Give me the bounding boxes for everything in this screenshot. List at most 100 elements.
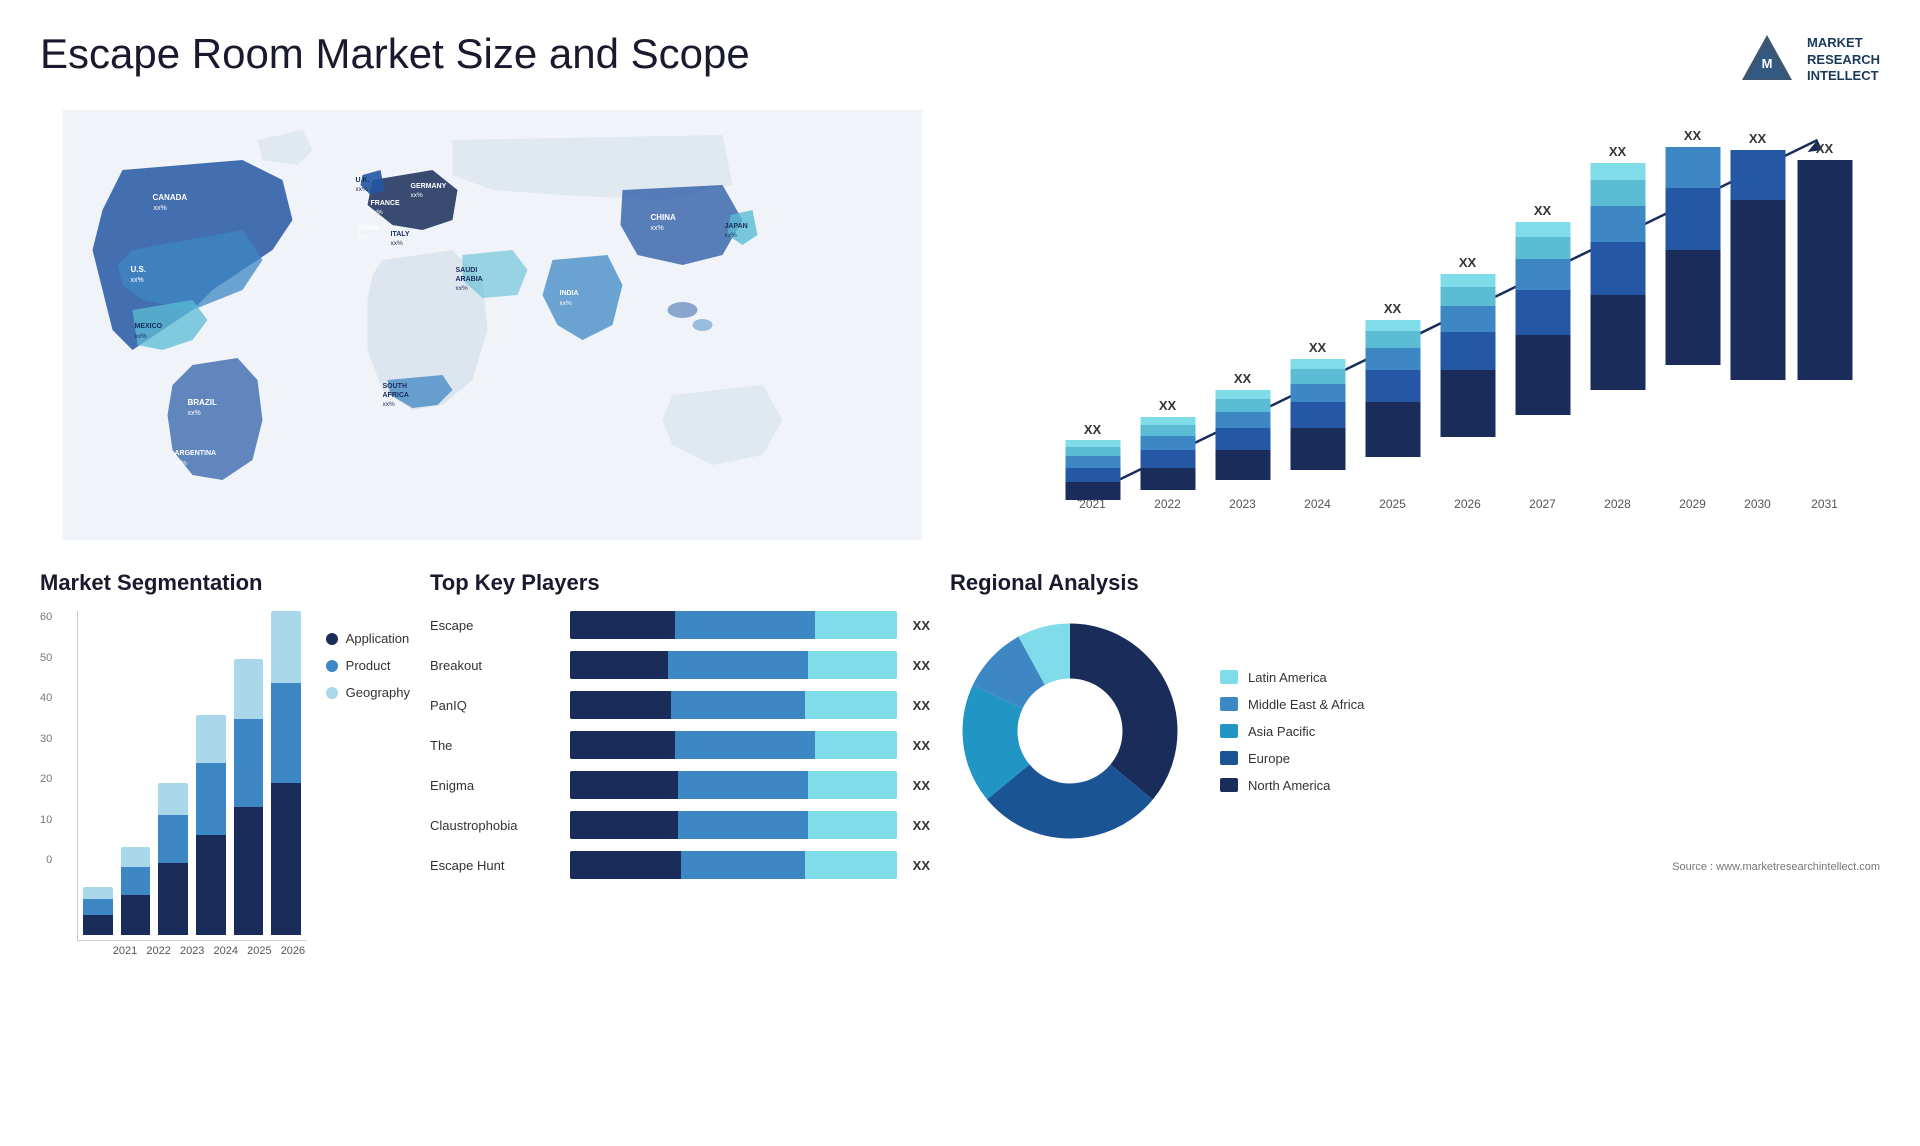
svg-text:2021: 2021 bbox=[1079, 497, 1106, 511]
svg-text:xx%: xx% bbox=[411, 192, 424, 199]
europe-color bbox=[1220, 751, 1238, 765]
player-row-claustrophobia: Claustrophobia XX bbox=[430, 811, 930, 839]
svg-text:FRANCE: FRANCE bbox=[371, 200, 400, 207]
svg-text:GERMANY: GERMANY bbox=[411, 183, 447, 190]
svg-text:XX: XX bbox=[1384, 301, 1402, 316]
product-color bbox=[326, 660, 338, 672]
svg-text:2024: 2024 bbox=[1304, 497, 1331, 511]
legend-north-america: North America bbox=[1220, 778, 1364, 793]
player-row-enigma: Enigma XX bbox=[430, 771, 930, 799]
svg-text:U.K.: U.K. bbox=[356, 177, 370, 184]
seg-x-axis: 2021 2022 2023 2024 2025 2026 bbox=[77, 945, 305, 957]
page-header: Escape Room Market Size and Scope M MARK… bbox=[40, 30, 1880, 90]
north-america-label: North America bbox=[1248, 778, 1330, 793]
svg-text:XX: XX bbox=[1459, 255, 1477, 270]
top-row: CANADA xx% U.S. xx% MEXICO xx% BRAZIL xx… bbox=[40, 110, 1880, 540]
player-row-breakout: Breakout XX bbox=[430, 651, 930, 679]
svg-text:xx%: xx% bbox=[131, 277, 144, 284]
svg-text:XX: XX bbox=[1816, 141, 1834, 156]
svg-text:2028: 2028 bbox=[1604, 497, 1631, 511]
svg-text:2022: 2022 bbox=[1154, 497, 1181, 511]
svg-text:XX: XX bbox=[1084, 422, 1102, 437]
regional-pie-chart bbox=[950, 611, 1190, 851]
svg-text:xx%: xx% bbox=[356, 186, 369, 193]
asia-pacific-color bbox=[1220, 724, 1238, 738]
svg-text:2025: 2025 bbox=[1379, 497, 1406, 511]
svg-text:XX: XX bbox=[1309, 340, 1327, 355]
svg-text:xx%: xx% bbox=[383, 401, 396, 408]
legend-application: Application bbox=[326, 631, 410, 646]
svg-text:JAPAN: JAPAN bbox=[725, 223, 748, 230]
world-map-svg: CANADA xx% U.S. xx% MEXICO xx% BRAZIL xx… bbox=[40, 110, 945, 540]
logo: M MARKET RESEARCH INTELLECT bbox=[1737, 30, 1880, 90]
logo-icon: M bbox=[1737, 30, 1797, 90]
source-text: Source : www.marketresearchintellect.com bbox=[950, 861, 1880, 873]
svg-text:xx%: xx% bbox=[154, 205, 167, 212]
latin-america-label: Latin America bbox=[1248, 670, 1327, 685]
seg-bars-area bbox=[77, 611, 305, 941]
svg-text:2031: 2031 bbox=[1811, 497, 1838, 511]
regional-content: Latin America Middle East & Africa Asia … bbox=[950, 611, 1880, 851]
svg-text:xx%: xx% bbox=[725, 232, 738, 239]
logo-text: MARKET RESEARCH INTELLECT bbox=[1807, 35, 1880, 86]
middle-east-africa-label: Middle East & Africa bbox=[1248, 697, 1364, 712]
legend-geography: Geography bbox=[326, 685, 410, 700]
latin-america-color bbox=[1220, 670, 1238, 684]
svg-text:XX: XX bbox=[1609, 144, 1627, 159]
player-row-escape-hunt: Escape Hunt XX bbox=[430, 851, 930, 879]
bottom-row: Market Segmentation 60 50 40 30 20 10 0 bbox=[40, 570, 1880, 950]
svg-text:xx%: xx% bbox=[456, 285, 469, 292]
pie-svg bbox=[950, 611, 1190, 851]
legend-product: Product bbox=[326, 658, 410, 673]
seg-y-axis: 60 50 40 30 20 10 0 bbox=[40, 611, 57, 871]
players-list: Escape XX Breakout bbox=[430, 611, 930, 879]
svg-text:xx%: xx% bbox=[651, 225, 664, 232]
product-label: Product bbox=[346, 658, 391, 673]
player-row-paniq: PanIQ XX bbox=[430, 691, 930, 719]
svg-text:XX: XX bbox=[1234, 371, 1252, 386]
seg-group-2023 bbox=[158, 783, 188, 935]
seg-group-2026 bbox=[271, 611, 301, 935]
legend-middle-east-africa: Middle East & Africa bbox=[1220, 697, 1364, 712]
svg-text:CANADA: CANADA bbox=[153, 193, 188, 202]
seg-group-2022 bbox=[121, 847, 151, 935]
seg-group-2021 bbox=[83, 887, 113, 935]
svg-text:AFRICA: AFRICA bbox=[383, 392, 409, 399]
svg-text:SOUTH: SOUTH bbox=[383, 383, 408, 390]
key-players-title: Top Key Players bbox=[430, 570, 930, 596]
svg-text:XX: XX bbox=[1159, 398, 1177, 413]
bar-chart-section: XX 2021 XX 2022 XX 2023 bbox=[975, 110, 1880, 540]
svg-text:SPAIN: SPAIN bbox=[358, 225, 379, 232]
svg-text:xx%: xx% bbox=[358, 234, 371, 241]
svg-text:xx%: xx% bbox=[391, 240, 404, 247]
segmentation-title: Market Segmentation bbox=[40, 570, 410, 596]
regional-legend: Latin America Middle East & Africa Asia … bbox=[1220, 670, 1364, 793]
svg-text:SAUDI: SAUDI bbox=[456, 267, 478, 274]
legend-asia-pacific: Asia Pacific bbox=[1220, 724, 1364, 739]
bar-chart-svg: XX 2021 XX 2022 XX 2023 bbox=[975, 110, 1880, 540]
segmentation-chart: 60 50 40 30 20 10 0 bbox=[40, 611, 410, 911]
page-title: Escape Room Market Size and Scope bbox=[40, 30, 750, 78]
north-america-color bbox=[1220, 778, 1238, 792]
svg-text:2030: 2030 bbox=[1744, 497, 1771, 511]
legend-europe: Europe bbox=[1220, 751, 1364, 766]
svg-text:U.S.: U.S. bbox=[131, 265, 147, 274]
regional-title: Regional Analysis bbox=[950, 570, 1880, 596]
svg-text:xx%: xx% bbox=[175, 460, 188, 467]
geography-color bbox=[326, 687, 338, 699]
key-players-section: Top Key Players Escape XX Breakout bbox=[430, 570, 930, 950]
svg-text:INDIA: INDIA bbox=[560, 290, 579, 297]
segmentation-section: Market Segmentation 60 50 40 30 20 10 0 bbox=[40, 570, 410, 950]
svg-text:2027: 2027 bbox=[1529, 497, 1556, 511]
svg-text:ARGENTINA: ARGENTINA bbox=[175, 450, 217, 457]
svg-text:MEXICO: MEXICO bbox=[135, 323, 163, 330]
player-row-escape: Escape XX bbox=[430, 611, 930, 639]
svg-text:2023: 2023 bbox=[1229, 497, 1256, 511]
middle-east-africa-color bbox=[1220, 697, 1238, 711]
legend-latin-america: Latin America bbox=[1220, 670, 1364, 685]
player-row-the: The XX bbox=[430, 731, 930, 759]
svg-text:CHINA: CHINA bbox=[651, 213, 677, 222]
europe-label: Europe bbox=[1248, 751, 1290, 766]
svg-text:xx%: xx% bbox=[371, 209, 384, 216]
svg-text:XX: XX bbox=[1534, 203, 1552, 218]
